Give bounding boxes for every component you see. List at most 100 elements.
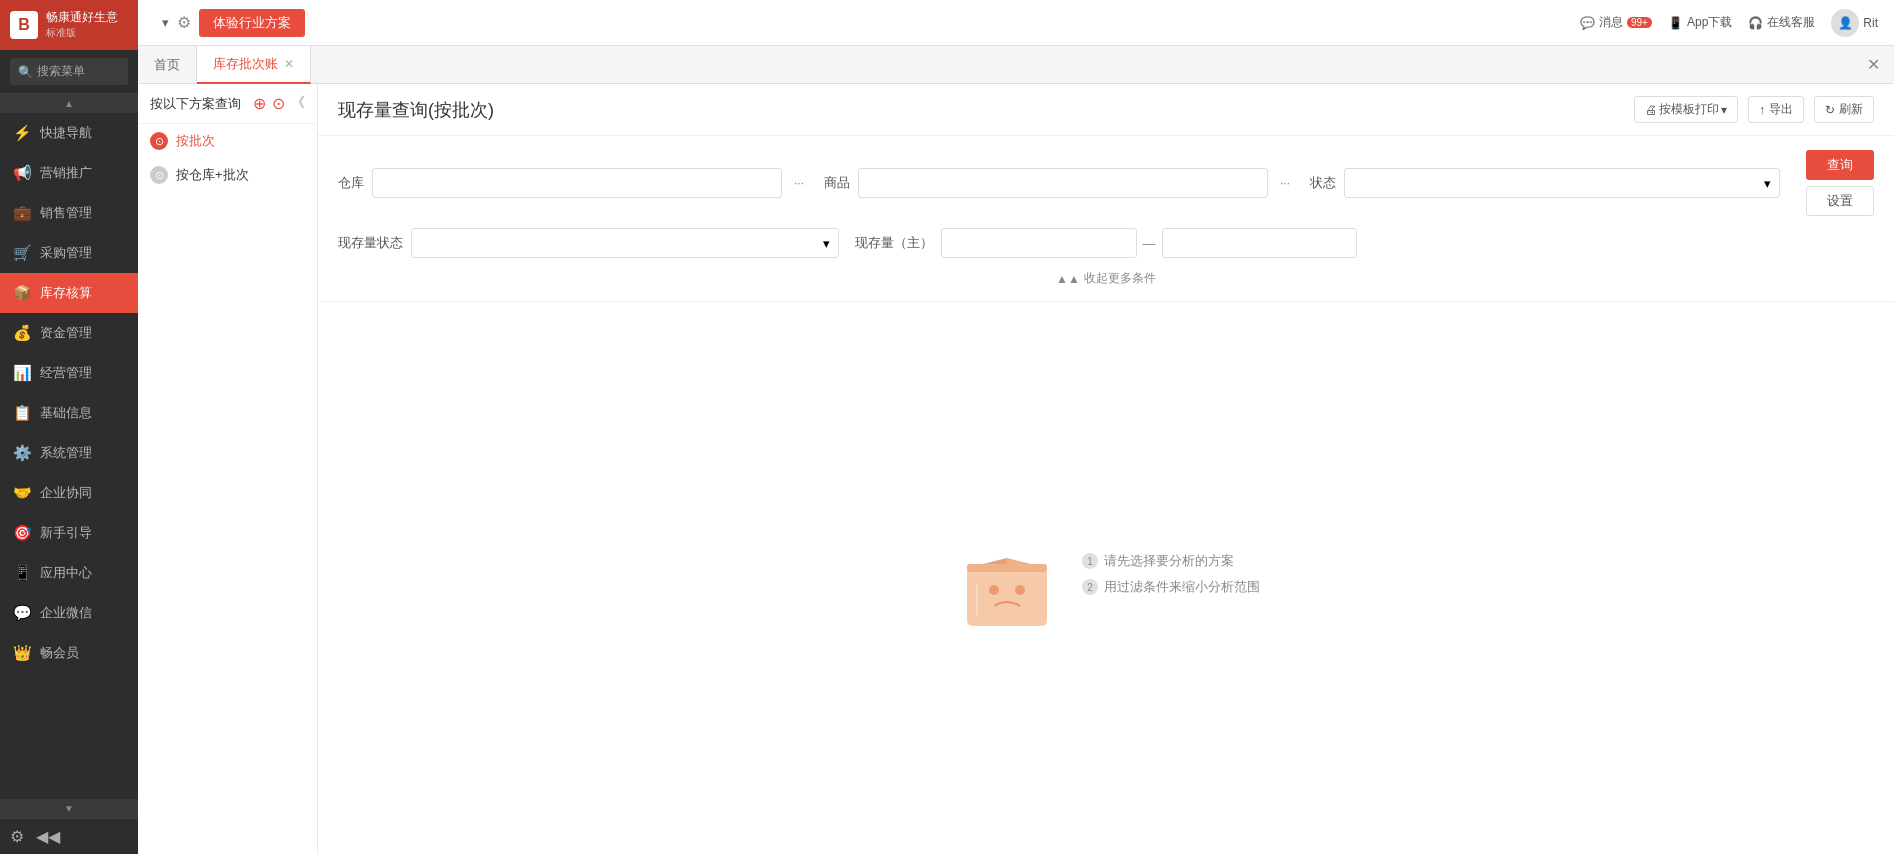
- topbar-gear-icon[interactable]: ⚙: [177, 13, 191, 32]
- trial-button[interactable]: 体验行业方案: [199, 9, 305, 37]
- export-icon: ↑: [1759, 103, 1765, 117]
- stock-qty-label: 现存量（主）: [855, 234, 933, 252]
- scheme-icon-red: ⊙: [150, 132, 168, 150]
- tab-inventory-batch[interactable]: 库存批次账 ✕: [197, 46, 311, 84]
- empty-svg: [952, 528, 1062, 638]
- export-button[interactable]: ↑ 导出: [1748, 96, 1804, 123]
- stock-qty-filter-group: 现存量（主） —: [855, 228, 1356, 258]
- sidebar-item-label: 采购管理: [40, 244, 92, 262]
- add-scheme-button[interactable]: ⊕: [253, 94, 266, 113]
- collapse-sidebar-icon[interactable]: ◀◀: [36, 827, 60, 846]
- sidebar-item-member[interactable]: 👑 畅会员: [0, 633, 138, 673]
- online-support-action[interactable]: 🎧 在线客服: [1748, 14, 1815, 31]
- stock-qty-min-input[interactable]: [941, 228, 1136, 258]
- quick-nav-icon: ⚡: [12, 123, 32, 143]
- left-panel-title: 按以下方案查询: [150, 95, 241, 113]
- sidebar-item-inventory[interactable]: 📦 库存核算: [0, 273, 138, 313]
- stock-status-select[interactable]: ▾: [411, 228, 839, 258]
- sidebar-item-basic[interactable]: 📋 基础信息: [0, 393, 138, 433]
- warehouse-input[interactable]: [372, 168, 782, 198]
- scheme-settings-icon[interactable]: ⊙: [272, 94, 285, 113]
- tab-home[interactable]: 首页: [138, 46, 197, 84]
- sidebar-item-wechat[interactable]: 💬 企业微信: [0, 593, 138, 633]
- avatar-icon: 👤: [1838, 16, 1853, 30]
- sidebar-item-marketing[interactable]: 📢 营销推广: [0, 153, 138, 193]
- app-edition: 标准版: [46, 26, 118, 40]
- message-label: 消息: [1599, 14, 1623, 31]
- sidebar-scroll-up[interactable]: ▲: [0, 94, 138, 113]
- product-input[interactable]: [858, 168, 1268, 198]
- tab-home-label: 首页: [154, 56, 180, 74]
- sidebar-footer: ⚙ ◀◀: [0, 818, 138, 854]
- tab-close-icon[interactable]: ✕: [284, 57, 294, 71]
- product-more-button[interactable]: ···: [1276, 176, 1294, 190]
- status-label: 状态: [1310, 174, 1336, 192]
- scheme-icon-gray: ⊙: [150, 166, 168, 184]
- sidebar-item-enterprise[interactable]: 🤝 企业协同: [0, 473, 138, 513]
- warehouse-more-button[interactable]: ···: [790, 176, 808, 190]
- sidebar-item-quick-nav[interactable]: ⚡ 快捷导航: [0, 113, 138, 153]
- inventory-icon: 📦: [12, 283, 32, 303]
- headset-icon: 🎧: [1748, 16, 1763, 30]
- filter-area: 仓库 ··· 商品 ··· 状态 ▾: [318, 136, 1894, 302]
- collapse-conditions-button[interactable]: ▲▲ 收起更多条件: [338, 270, 1874, 287]
- message-action[interactable]: 💬 消息 99+: [1580, 14, 1652, 31]
- print-button[interactable]: 🖨 按模板打印 ▾: [1634, 96, 1738, 123]
- sidebar-nav: ⚡ 快捷导航 📢 营销推广 💼 销售管理 🛒 采购管理 📦 库存核算 💰: [0, 113, 138, 799]
- query-button[interactable]: 查询: [1806, 150, 1874, 180]
- warehouse-filter-group: 仓库 ···: [338, 168, 808, 198]
- svg-rect-3: [967, 564, 1047, 572]
- user-profile[interactable]: 👤 Rit: [1831, 9, 1878, 37]
- sidebar-item-label: 销售管理: [40, 204, 92, 222]
- panel-close-button[interactable]: ✕: [1853, 55, 1894, 74]
- operations-icon: 📊: [12, 363, 32, 383]
- app-download-action[interactable]: 📱 App下载: [1668, 14, 1732, 31]
- search-menu-button[interactable]: 🔍 搜索菜单: [10, 58, 128, 85]
- main-area: ▾ ⚙ 体验行业方案 💬 消息 99+ 📱 App下载 🎧 在线客服 👤: [138, 0, 1894, 854]
- sidebar-item-label: 营销推广: [40, 164, 92, 182]
- hint-num-2: 2: [1082, 579, 1098, 595]
- sidebar-item-label: 库存核算: [40, 284, 92, 302]
- stock-status-arrow: ▾: [823, 236, 830, 251]
- basic-icon: 📋: [12, 403, 32, 423]
- sidebar-item-newbie[interactable]: 🎯 新手引导: [0, 513, 138, 553]
- sidebar: B 畅康通好生意 标准版 🔍 搜索菜单 ▲ ⚡ 快捷导航 📢 营销推广 💼 销售…: [0, 0, 138, 854]
- stock-qty-max-input[interactable]: [1162, 228, 1357, 258]
- sidebar-item-sales[interactable]: 💼 销售管理: [0, 193, 138, 233]
- status-select[interactable]: ▾: [1344, 168, 1780, 198]
- empty-hints: 1 请先选择要分析的方案 2 用过滤条件来缩小分析范围: [1082, 552, 1260, 604]
- left-panel-actions: ⊕ ⊙ 《: [253, 94, 305, 113]
- settings-icon[interactable]: ⚙: [10, 827, 24, 846]
- sidebar-scroll-down[interactable]: ▼: [0, 799, 138, 818]
- topbar-left: ▾ ⚙ 体验行业方案: [154, 9, 1568, 37]
- sidebar-item-purchase[interactable]: 🛒 采购管理: [0, 233, 138, 273]
- refresh-icon: ↻: [1825, 103, 1835, 117]
- refresh-button[interactable]: ↻ 刷新: [1814, 96, 1874, 123]
- phone-icon: 📱: [1668, 16, 1683, 30]
- app-info: 畅康通好生意 标准版: [46, 10, 118, 40]
- sidebar-item-label: 基础信息: [40, 404, 92, 422]
- sidebar-item-label: 畅会员: [40, 644, 79, 662]
- online-support-label: 在线客服: [1767, 14, 1815, 31]
- sidebar-item-system[interactable]: ⚙️ 系统管理: [0, 433, 138, 473]
- sidebar-item-apps[interactable]: 📱 应用中心: [0, 553, 138, 593]
- panel-collapse-icon[interactable]: 《: [291, 94, 305, 113]
- status-select-arrow: ▾: [1764, 176, 1771, 191]
- tabbar: 首页 库存批次账 ✕ ✕: [138, 46, 1894, 84]
- scheme-item-by-batch[interactable]: ⊙ 按批次: [138, 124, 317, 158]
- sidebar-item-finance[interactable]: 💰 资金管理: [0, 313, 138, 353]
- breadcrumb-dropdown-icon[interactable]: ▾: [162, 15, 169, 30]
- filter-row-1: 仓库 ··· 商品 ··· 状态 ▾: [338, 150, 1874, 216]
- purchase-icon: 🛒: [12, 243, 32, 263]
- print-dropdown-icon: ▾: [1721, 103, 1727, 117]
- sidebar-item-operations[interactable]: 📊 经营管理: [0, 353, 138, 393]
- sidebar-item-label: 经营管理: [40, 364, 92, 382]
- product-label: 商品: [824, 174, 850, 192]
- set-button[interactable]: 设置: [1806, 186, 1874, 216]
- app-name: 畅康通好生意: [46, 10, 118, 26]
- username-label: Rit: [1863, 16, 1878, 30]
- content-area: 按以下方案查询 ⊕ ⊙ 《 ⊙ 按批次 ⊙ 按仓库+批次 现存量查询(按批次): [138, 84, 1894, 854]
- sidebar-item-label: 应用中心: [40, 564, 92, 582]
- scheme-item-by-warehouse-batch[interactable]: ⊙ 按仓库+批次: [138, 158, 317, 192]
- sidebar-nav-wrapper: ▲ ⚡ 快捷导航 📢 营销推广 💼 销售管理 🛒 采购管理 📦 库存核算: [0, 94, 138, 818]
